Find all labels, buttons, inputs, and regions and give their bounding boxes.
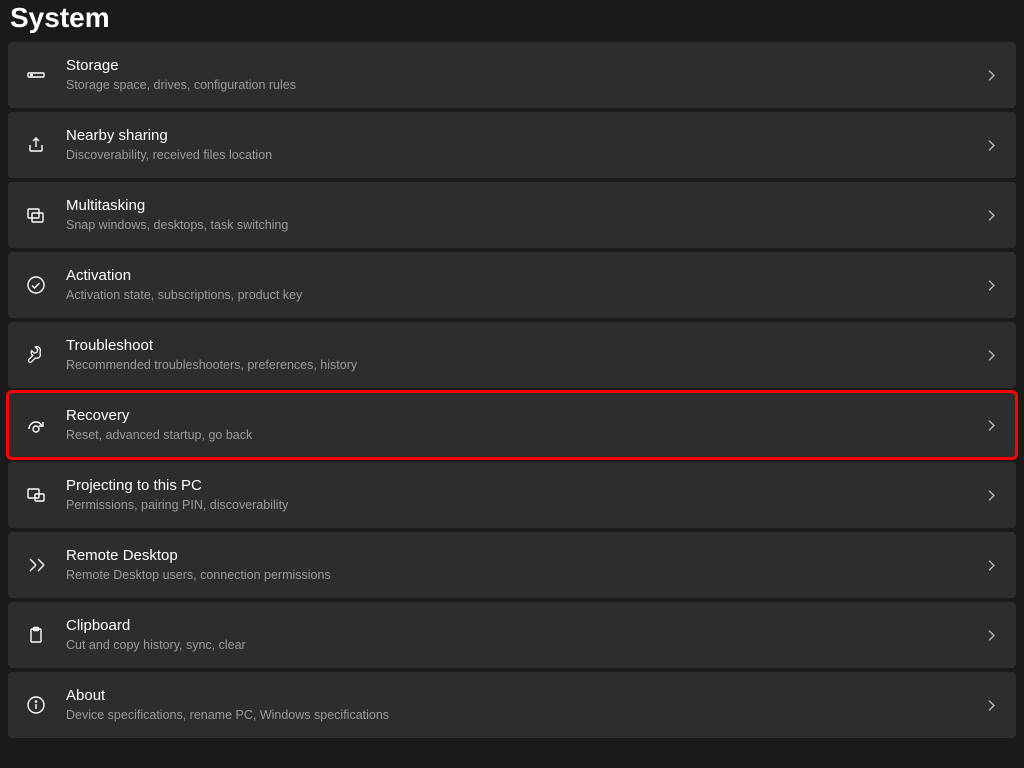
chevron-right-icon: [985, 69, 998, 82]
chevron-right-icon: [985, 629, 998, 642]
settings-list: StorageStorage space, drives, configurat…: [0, 42, 1024, 746]
item-title: Recovery: [66, 406, 985, 426]
item-title: Projecting to this PC: [66, 476, 985, 496]
chevron-right-icon: [985, 419, 998, 432]
recovery-icon: [26, 415, 46, 435]
item-text: Remote DesktopRemote Desktop users, conn…: [66, 546, 985, 584]
troubleshoot-icon: [26, 345, 46, 365]
item-desc: Snap windows, desktops, task switching: [66, 217, 985, 235]
item-text: StorageStorage space, drives, configurat…: [66, 56, 985, 94]
item-desc: Device specifications, rename PC, Window…: [66, 707, 985, 725]
remote-desktop-icon: [26, 555, 46, 575]
chevron-right-icon: [985, 489, 998, 502]
chevron-right-icon: [985, 279, 998, 292]
chevron-right-icon: [985, 699, 998, 712]
item-desc: Activation state, subscriptions, product…: [66, 287, 985, 305]
settings-item-troubleshoot[interactable]: TroubleshootRecommended troubleshooters,…: [8, 322, 1016, 388]
item-title: Multitasking: [66, 196, 985, 216]
clipboard-icon: [26, 625, 46, 645]
chevron-right-icon: [985, 139, 998, 152]
item-desc: Storage space, drives, configuration rul…: [66, 77, 985, 95]
settings-item-about[interactable]: AboutDevice specifications, rename PC, W…: [8, 672, 1016, 738]
item-desc: Remote Desktop users, connection permiss…: [66, 567, 985, 585]
settings-item-storage[interactable]: StorageStorage space, drives, configurat…: [8, 42, 1016, 108]
multitasking-icon: [26, 205, 46, 225]
chevron-right-icon: [985, 209, 998, 222]
item-text: MultitaskingSnap windows, desktops, task…: [66, 196, 985, 234]
item-title: Clipboard: [66, 616, 985, 636]
projecting-icon: [26, 485, 46, 505]
item-desc: Recommended troubleshooters, preferences…: [66, 357, 985, 375]
item-text: ActivationActivation state, subscription…: [66, 266, 985, 304]
item-title: Remote Desktop: [66, 546, 985, 566]
item-title: Activation: [66, 266, 985, 286]
item-text: ClipboardCut and copy history, sync, cle…: [66, 616, 985, 654]
settings-item-projecting-to-this-pc[interactable]: Projecting to this PCPermissions, pairin…: [8, 462, 1016, 528]
item-desc: Permissions, pairing PIN, discoverabilit…: [66, 497, 985, 515]
item-desc: Discoverability, received files location: [66, 147, 985, 165]
item-text: TroubleshootRecommended troubleshooters,…: [66, 336, 985, 374]
item-title: Troubleshoot: [66, 336, 985, 356]
item-text: AboutDevice specifications, rename PC, W…: [66, 686, 985, 724]
item-desc: Reset, advanced startup, go back: [66, 427, 985, 445]
settings-item-multitasking[interactable]: MultitaskingSnap windows, desktops, task…: [8, 182, 1016, 248]
settings-item-clipboard[interactable]: ClipboardCut and copy history, sync, cle…: [8, 602, 1016, 668]
storage-icon: [26, 65, 46, 85]
settings-item-recovery[interactable]: RecoveryReset, advanced startup, go back: [8, 392, 1016, 458]
settings-item-remote-desktop[interactable]: Remote DesktopRemote Desktop users, conn…: [8, 532, 1016, 598]
chevron-right-icon: [985, 559, 998, 572]
chevron-right-icon: [985, 349, 998, 362]
item-title: Storage: [66, 56, 985, 76]
item-text: RecoveryReset, advanced startup, go back: [66, 406, 985, 444]
settings-item-activation[interactable]: ActivationActivation state, subscription…: [8, 252, 1016, 318]
settings-item-nearby-sharing[interactable]: Nearby sharingDiscoverability, received …: [8, 112, 1016, 178]
item-title: About: [66, 686, 985, 706]
page-title: System: [10, 2, 1024, 34]
share-icon: [26, 135, 46, 155]
item-desc: Cut and copy history, sync, clear: [66, 637, 985, 655]
item-text: Nearby sharingDiscoverability, received …: [66, 126, 985, 164]
item-text: Projecting to this PCPermissions, pairin…: [66, 476, 985, 514]
activation-icon: [26, 275, 46, 295]
item-title: Nearby sharing: [66, 126, 985, 146]
about-icon: [26, 695, 46, 715]
